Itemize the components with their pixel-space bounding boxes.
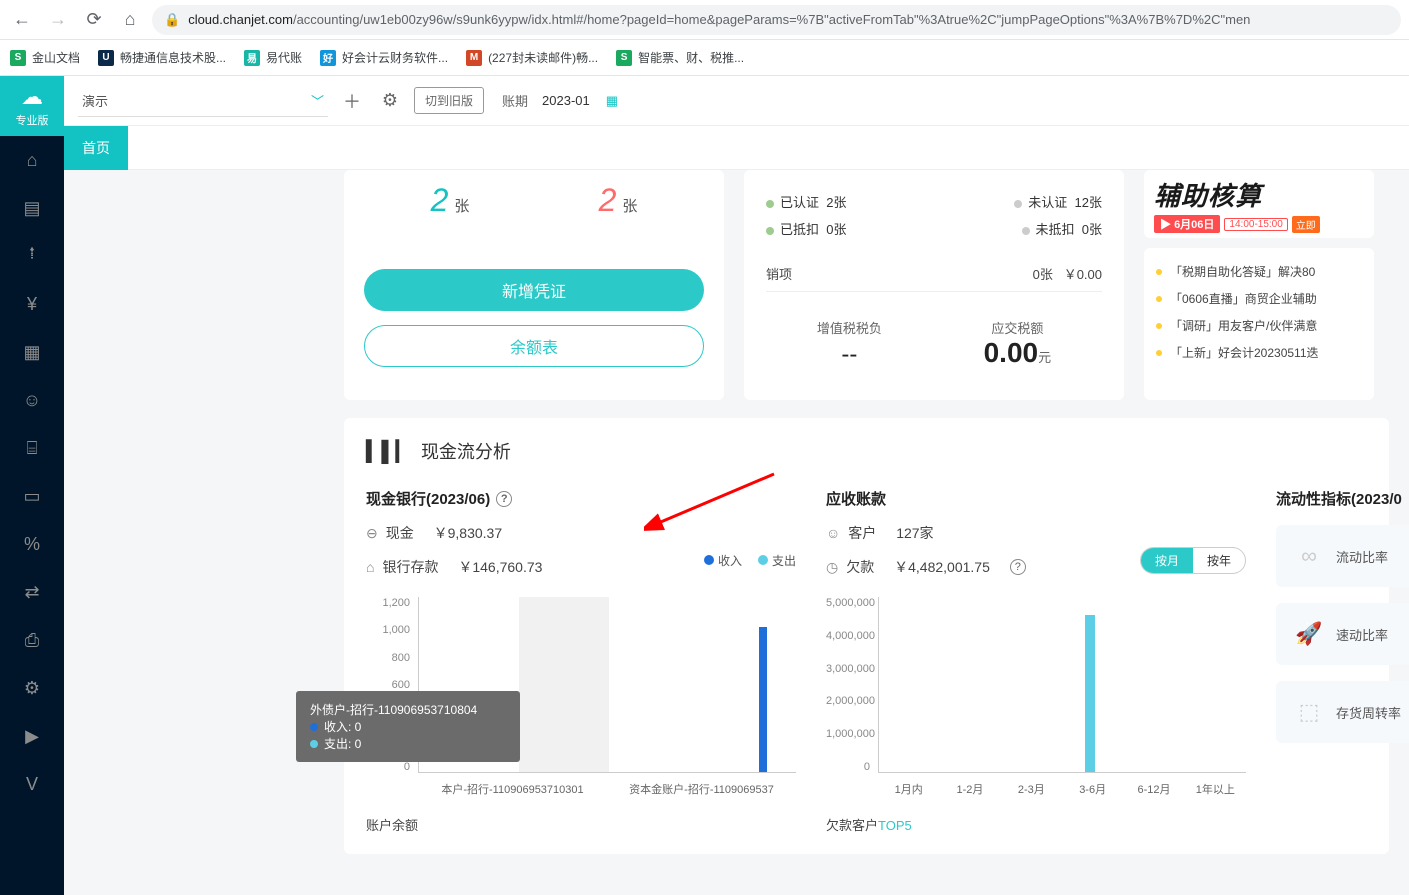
bar-chart-icon: ▍▌▎: [366, 439, 411, 464]
gear-icon[interactable]: ⚙: [376, 87, 404, 115]
period-label: 账期: [502, 91, 528, 110]
receivables-chart: 5,000,0004,000,0003,000,0002,000,0001,00…: [826, 597, 1246, 797]
nav-reload-icon[interactable]: ⟳: [80, 6, 108, 34]
period-value: 2023-01: [542, 93, 590, 108]
sidebar-report-icon[interactable]: ⭫: [0, 232, 64, 280]
bookmark-item[interactable]: 易易代账: [244, 49, 302, 66]
sidebar-more-icon[interactable]: V: [0, 760, 64, 808]
sidebar-funds-icon[interactable]: ¥: [0, 280, 64, 328]
company-name: 演示: [82, 91, 108, 110]
news-item[interactable]: 「调研」用友客户/伙伴满意: [1156, 312, 1362, 339]
bookmark-item[interactable]: U畅捷通信息技术股...: [98, 49, 226, 66]
cash-bank-panel: 现金银行(2023/06) ? ⊖现金 ￥9,830.37 ⌂银行存款 ￥146…: [366, 488, 796, 834]
sidebar-home-icon[interactable]: ⌂: [0, 136, 64, 184]
sidebar-print-icon[interactable]: ⎙: [0, 616, 64, 664]
rocket-icon: 🚀: [1292, 617, 1326, 651]
lock-icon: 🔒: [164, 12, 180, 28]
cash-icon: ⊖: [366, 525, 378, 542]
bookmark-item[interactable]: M(227封未读邮件)畅...: [466, 49, 598, 66]
nav-back-icon[interactable]: ←: [8, 6, 36, 34]
ratio-icon: ∞: [1292, 539, 1326, 573]
voucher-card: 2张 2张 新增凭证 余额表: [344, 170, 724, 400]
bank-icon: ⌂: [366, 559, 374, 575]
balance-sheet-button[interactable]: 余额表: [364, 325, 704, 367]
chart-bar: [759, 627, 767, 772]
nav-home-icon[interactable]: ⌂: [116, 6, 144, 34]
cloud-icon: ☁: [21, 84, 43, 110]
account-balance-chart: 外债户-招行-110906953710804 收入: 0 支出: 0 1,200…: [366, 597, 796, 797]
add-icon[interactable]: ＋: [338, 87, 366, 115]
url-text: cloud.chanjet.com/accounting/uw1eb00zy96…: [188, 12, 1250, 27]
chevron-down-icon: ﹀: [311, 91, 324, 110]
bookmark-item[interactable]: 好好会计云财务软件...: [320, 49, 448, 66]
voucher-left-num: 2: [431, 182, 449, 219]
topbar: 演示 ﹀ ＋ ⚙ 切到旧版 账期 2023-01 ▦: [64, 76, 1409, 126]
tab-row: 首页: [64, 126, 1409, 170]
news-item[interactable]: 「税期自助化答疑」解决80: [1156, 258, 1362, 285]
app-logo[interactable]: ☁ 专业版: [0, 76, 64, 136]
company-select[interactable]: 演示 ﹀: [78, 85, 328, 117]
bookmark-item[interactable]: S智能票、财、税推...: [616, 49, 744, 66]
sidebar-voucher-icon[interactable]: ▤: [0, 184, 64, 232]
url-bar[interactable]: 🔒 cloud.chanjet.com/accounting/uw1eb00zy…: [152, 5, 1401, 35]
help-icon[interactable]: ?: [496, 491, 512, 507]
clock-icon: ◷: [826, 559, 838, 576]
sidebar-salary-icon[interactable]: ☺: [0, 376, 64, 424]
person-icon: ☺: [826, 525, 840, 541]
play-icon: ▶ 6月06日: [1154, 215, 1220, 233]
cashflow-title: 现金流分析: [421, 438, 511, 464]
news-list: 「税期自助化答疑」解决80 「0606直播」商贸企业辅助 「调研」用友客户/伙伴…: [1144, 248, 1374, 400]
cashflow-card: ▍▌▎ 现金流分析 现金银行(2023/06) ? ⊖现金 ￥9,830.37 …: [344, 418, 1389, 854]
sidebar-video-icon[interactable]: ▶: [0, 712, 64, 760]
box-icon: ⬚: [1292, 695, 1326, 729]
news-item[interactable]: 「上新」好会计20230511迭: [1156, 339, 1362, 366]
sidebar-assets-icon[interactable]: ▦: [0, 328, 64, 376]
liquidity-panel: 流动性指标(2023/0 ∞流动比率 🚀速动比率 ⬚存货周转率: [1276, 488, 1409, 834]
calendar-icon[interactable]: ▦: [606, 93, 618, 109]
sidebar: ☁ 专业版 ⌂ ▤ ⭫ ¥ ▦ ☺ ⌸ ▭ % ⇄ ⎙ ⚙ ▶ V: [0, 76, 64, 895]
help-icon[interactable]: ?: [1010, 559, 1026, 575]
promo-banner[interactable]: 辅助核算 ▶ 6月06日 14:00-15:00 立即: [1144, 170, 1374, 238]
bookmarks-bar: S金山文档 U畅捷通信息技术股... 易易代账 好好会计云财务软件... M(2…: [0, 40, 1409, 76]
toggle-year[interactable]: 按年: [1193, 548, 1245, 573]
period-toggle[interactable]: 按月 按年: [1140, 547, 1246, 574]
annotation-arrow: [644, 466, 784, 536]
chart-footer: 账户余额: [366, 815, 796, 834]
metric-current-ratio[interactable]: ∞流动比率: [1276, 525, 1409, 587]
sidebar-tax-icon[interactable]: %: [0, 520, 64, 568]
tab-home[interactable]: 首页: [64, 126, 128, 170]
edition-label: 专业版: [16, 112, 49, 128]
customer-count: 127家: [896, 523, 933, 543]
browser-toolbar: ← → ⟳ ⌂ 🔒 cloud.chanjet.com/accounting/u…: [0, 0, 1409, 40]
toggle-month[interactable]: 按月: [1141, 548, 1193, 573]
sidebar-settings-icon[interactable]: ⚙: [0, 664, 64, 712]
sidebar-invoice-icon[interactable]: ⌸: [0, 424, 64, 472]
metric-inventory-turnover[interactable]: ⬚存货周转率: [1276, 681, 1409, 743]
content-area: 2张 2张 新增凭证 余额表 已认证 2张 未认证 12张 已抵扣 0张 未抵扣…: [64, 170, 1409, 895]
add-voucher-button[interactable]: 新增凭证: [364, 269, 704, 311]
metric-quick-ratio[interactable]: 🚀速动比率: [1276, 603, 1409, 665]
nav-forward-icon[interactable]: →: [44, 6, 72, 34]
sidebar-archive-icon[interactable]: ▭: [0, 472, 64, 520]
chart-tooltip: 外债户-招行-110906953710804 收入: 0 支出: 0: [296, 691, 520, 762]
chart-footer: 欠款客户TOP5: [826, 815, 1246, 834]
old-version-button[interactable]: 切到旧版: [414, 87, 484, 114]
chart-bar: [1085, 615, 1095, 773]
sidebar-transfer-icon[interactable]: ⇄: [0, 568, 64, 616]
tax-card: 已认证 2张 未认证 12张 已抵扣 0张 未抵扣 0张 销项 0张 ￥0.00…: [744, 170, 1124, 400]
bookmark-item[interactable]: S金山文档: [10, 49, 80, 66]
receivables-panel: 应收账款 ☺客户 127家 ◷欠款 ￥4,482,001.75 ? 按月 按年 …: [826, 488, 1246, 834]
voucher-right-num: 2: [599, 182, 617, 219]
news-item[interactable]: 「0606直播」商贸企业辅助: [1156, 285, 1362, 312]
